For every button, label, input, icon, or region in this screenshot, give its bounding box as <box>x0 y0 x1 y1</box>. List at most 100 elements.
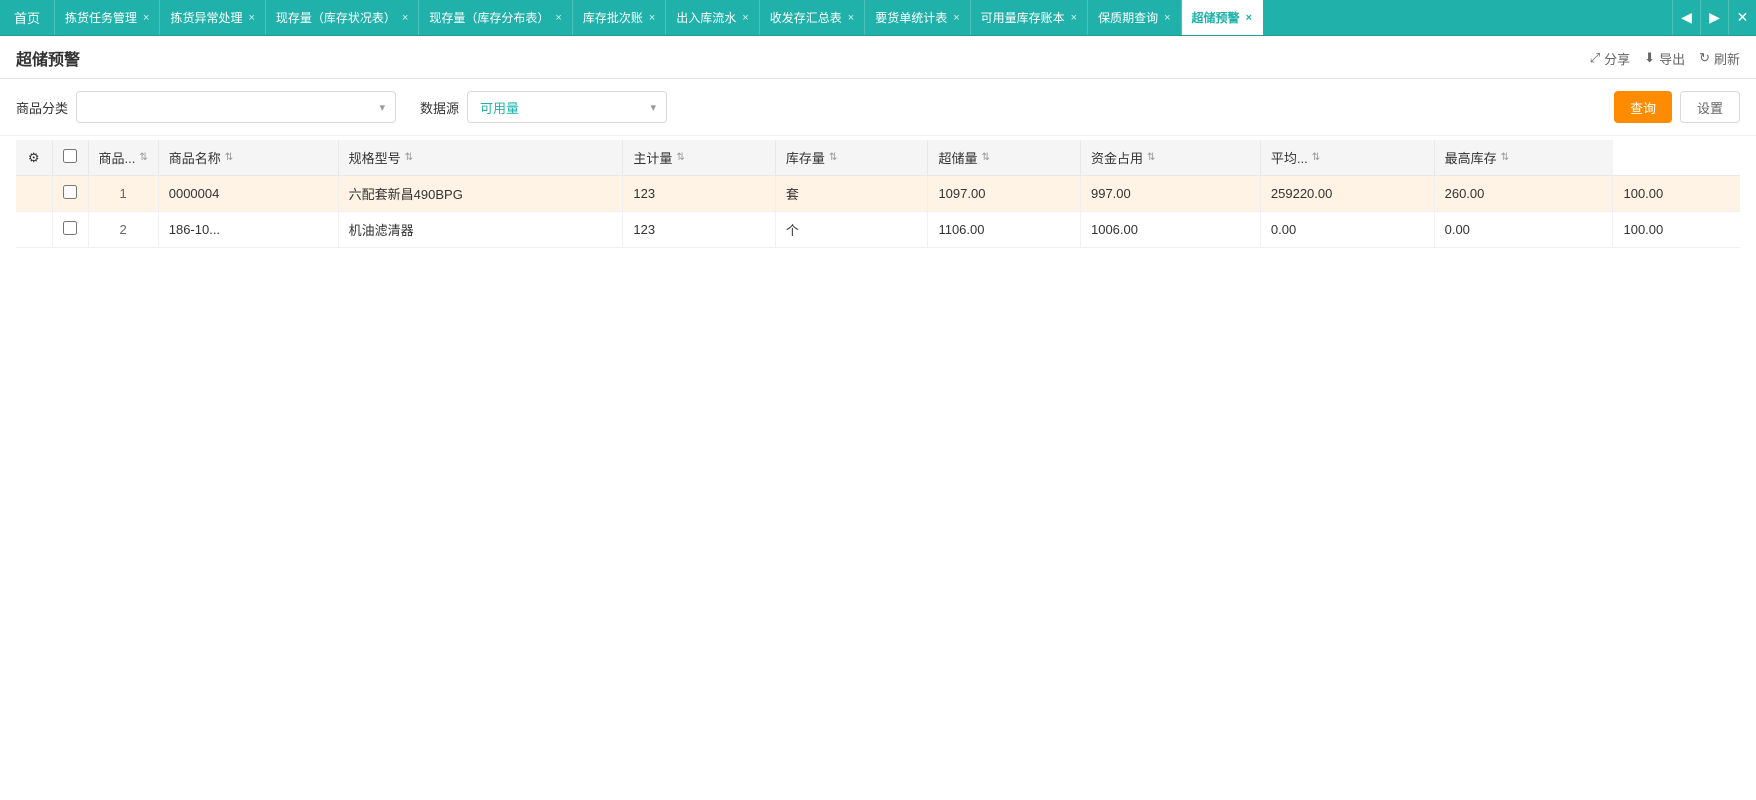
table-body: 1 0000004 六配套新昌490BPG 123 套 1097.00 997.… <box>16 176 1740 248</box>
home-label: 首页 <box>14 8 40 27</box>
th-product-code-label: 商品... <box>99 148 136 167</box>
row-capital-0: 259220.00 <box>1260 176 1434 212</box>
nav-tab-5-close[interactable]: × <box>649 12 655 24</box>
nav-tab-11[interactable]: 超储预警 × <box>1182 0 1263 36</box>
nav-close-button[interactable]: ✕ <box>1728 0 1756 36</box>
th-checkbox <box>52 140 88 176</box>
datasource-select-value: 可用量 <box>480 98 650 117</box>
th-product-name-sort-icon: ⇅ <box>225 152 233 163</box>
nav-tab-1-close[interactable]: × <box>143 12 149 24</box>
nav-tab-6[interactable]: 出入库流水 × <box>666 0 759 36</box>
th-max-stock[interactable]: 最高库存 ⇅ <box>1434 140 1613 176</box>
nav-tab-2[interactable]: 拣货异常处理 × <box>160 0 265 36</box>
row-avg-0: 260.00 <box>1434 176 1613 212</box>
th-stock[interactable]: 库存量 ⇅ <box>775 140 928 176</box>
row-avg-1: 0.00 <box>1434 212 1613 248</box>
export-action[interactable]: ⬇ 导出 <box>1644 49 1685 68</box>
nav-prev-button[interactable]: ◀ <box>1672 0 1700 36</box>
th-avg-sort-icon: ⇅ <box>1312 152 1320 163</box>
nav-tab-10[interactable]: 保质期查询 × <box>1088 0 1181 36</box>
page-header: 超储预警 ⤢ 分享 ⬇ 导出 ↻ 刷新 <box>0 36 1756 79</box>
row-stock-0: 1097.00 <box>928 176 1081 212</box>
nav-tab-3-close[interactable]: × <box>402 12 408 24</box>
nav-tab-4-close[interactable]: × <box>555 12 561 24</box>
th-unit[interactable]: 主计量 ⇅ <box>623 140 776 176</box>
nav-tab-10-label: 保质期查询 <box>1098 9 1158 26</box>
nav-tab-8[interactable]: 要货单统计表 × <box>865 0 970 36</box>
row-overstock-0: 997.00 <box>1080 176 1260 212</box>
datasource-filter-group: 数据源 可用量 ▾ <box>420 91 667 123</box>
filter-area: 商品分类 ▾ 数据源 可用量 ▾ 查询 设置 <box>0 79 1756 136</box>
home-tab[interactable]: 首页 <box>0 0 55 36</box>
th-max-stock-sort-icon: ⇅ <box>1501 152 1509 163</box>
query-button[interactable]: 查询 <box>1614 91 1672 123</box>
select-all-checkbox[interactable] <box>63 149 77 163</box>
th-product-code[interactable]: 商品... ⇅ <box>88 140 158 176</box>
nav-tab-2-label: 拣货异常处理 <box>170 9 242 26</box>
row-checkbox-cell-1 <box>52 212 88 248</box>
row-capital-1: 0.00 <box>1260 212 1434 248</box>
refresh-action[interactable]: ↻ 刷新 <box>1699 49 1740 68</box>
th-unit-label: 主计量 <box>633 148 672 167</box>
nav-tab-7[interactable]: 收发存汇总表 × <box>760 0 865 36</box>
nav-tab-10-close[interactable]: × <box>1164 12 1170 24</box>
nav-tab-4-label: 现存量（库存分布表） <box>429 9 549 26</box>
th-spec[interactable]: 规格型号 ⇅ <box>338 140 623 176</box>
page-title: 超储预警 <box>16 46 80 70</box>
nav-tab-3[interactable]: 现存量（库存状况表） × <box>266 0 419 36</box>
datasource-select[interactable]: 可用量 ▾ <box>467 91 667 123</box>
nav-tab-11-close[interactable]: × <box>1246 12 1252 24</box>
th-product-name[interactable]: 商品名称 ⇅ <box>158 140 338 176</box>
nav-tab-11-label: 超储预警 <box>1192 9 1240 26</box>
th-unit-sort-icon: ⇅ <box>676 152 684 163</box>
th-avg-label: 平均... <box>1271 148 1308 167</box>
table-row: 1 0000004 六配套新昌490BPG 123 套 1097.00 997.… <box>16 176 1740 212</box>
th-overstock[interactable]: 超储量 ⇅ <box>928 140 1081 176</box>
th-product-name-label: 商品名称 <box>169 148 221 167</box>
filter-actions: 查询 设置 <box>1614 91 1740 123</box>
th-spec-label: 规格型号 <box>349 148 401 167</box>
row-product-name-0: 六配套新昌490BPG <box>338 176 623 212</box>
gear-icon: ⚙ <box>28 150 40 165</box>
share-label: 分享 <box>1604 49 1630 68</box>
th-capital-sort-icon: ⇅ <box>1147 152 1155 163</box>
row-checkbox-1[interactable] <box>63 221 77 235</box>
settings-button[interactable]: 设置 <box>1680 91 1740 123</box>
nav-tab-9-close[interactable]: × <box>1071 12 1077 24</box>
header-actions: ⤢ 分享 ⬇ 导出 ↻ 刷新 <box>1590 49 1740 68</box>
category-select[interactable]: ▾ <box>76 91 396 123</box>
table-header-row: ⚙ 商品... ⇅ 商品名称 ⇅ <box>16 140 1740 176</box>
nav-tab-8-close[interactable]: × <box>953 12 959 24</box>
nav-arrows: ◀ ▶ ✕ <box>1672 0 1756 36</box>
nav-tab-2-close[interactable]: × <box>248 12 254 24</box>
th-capital[interactable]: 资金占用 ⇅ <box>1080 140 1260 176</box>
row-num-1: 2 <box>88 212 158 248</box>
row-overstock-1: 1006.00 <box>1080 212 1260 248</box>
nav-tab-1[interactable]: 拣货任务管理 × <box>55 0 160 36</box>
th-avg[interactable]: 平均... ⇅ <box>1260 140 1434 176</box>
nav-next-button[interactable]: ▶ <box>1700 0 1728 36</box>
th-product-code-sort-icon: ⇅ <box>139 152 147 163</box>
nav-tab-8-label: 要货单统计表 <box>875 9 947 26</box>
export-label: 导出 <box>1659 49 1685 68</box>
refresh-icon: ↻ <box>1699 50 1710 66</box>
top-navigation: 首页 拣货任务管理 × 拣货异常处理 × 现存量（库存状况表） × 现存量（库存… <box>0 0 1756 36</box>
row-spec-0: 123 <box>623 176 776 212</box>
th-stock-sort-icon: ⇅ <box>829 152 837 163</box>
nav-tab-7-close[interactable]: × <box>848 12 854 24</box>
nav-tab-6-close[interactable]: × <box>742 12 748 24</box>
th-spec-sort-icon: ⇅ <box>405 152 413 163</box>
row-checkbox-0[interactable] <box>63 185 77 199</box>
share-action[interactable]: ⤢ 分享 <box>1590 49 1630 68</box>
nav-tab-7-label: 收发存汇总表 <box>770 9 842 26</box>
th-max-stock-label: 最高库存 <box>1445 148 1497 167</box>
row-max-stock-0: 100.00 <box>1613 176 1740 212</box>
datasource-filter-label: 数据源 <box>420 98 459 117</box>
table-container: ⚙ 商品... ⇅ 商品名称 ⇅ <box>0 140 1756 248</box>
row-product-code-0: 0000004 <box>158 176 338 212</box>
nav-tab-9[interactable]: 可用量库存账本 × <box>971 0 1088 36</box>
th-settings[interactable]: ⚙ <box>16 140 52 176</box>
nav-tab-5[interactable]: 库存批次账 × <box>573 0 666 36</box>
nav-tab-4[interactable]: 现存量（库存分布表） × <box>419 0 572 36</box>
table-row: 2 186-10... 机油滤清器 123 个 1106.00 1006.00 … <box>16 212 1740 248</box>
